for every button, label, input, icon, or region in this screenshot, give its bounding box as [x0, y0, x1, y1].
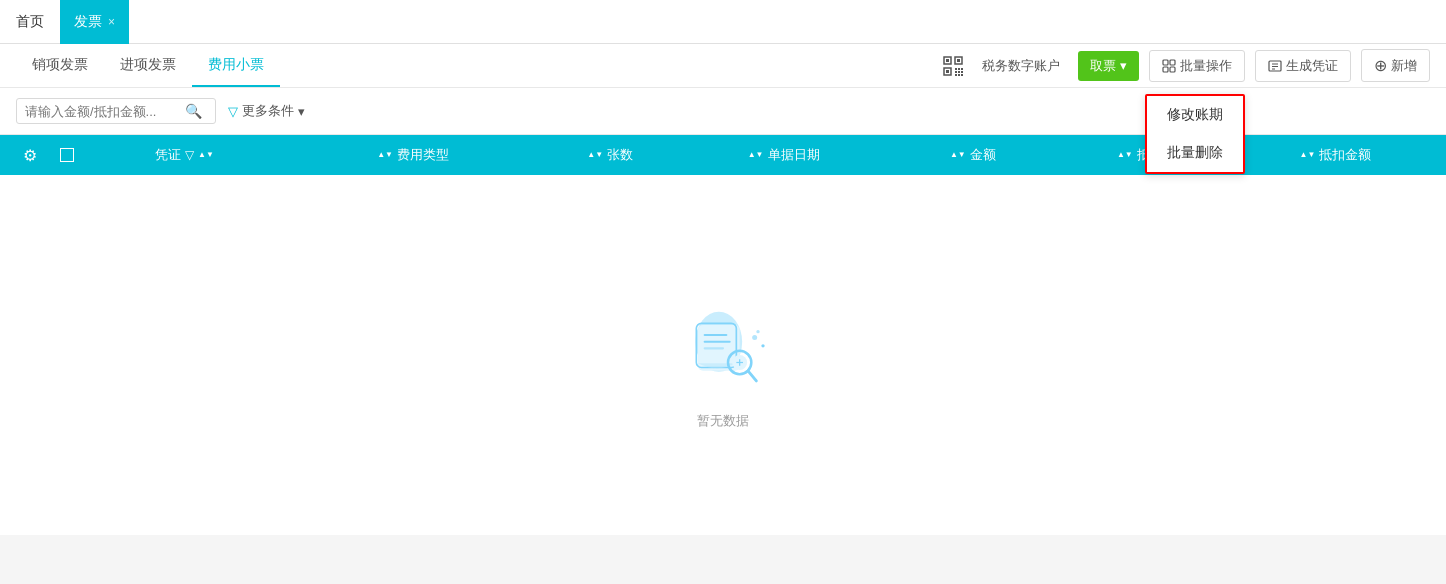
invoice-tab[interactable]: 发票 × [60, 0, 129, 44]
filter-icon: ▽ [228, 104, 238, 119]
amount-sort-icon[interactable]: ▲▼ [950, 151, 966, 159]
add-new-icon: ⊕ [1374, 56, 1387, 75]
voucher-sort-icon[interactable]: ▲▼ [198, 151, 214, 159]
generate-voucher-icon [1268, 59, 1282, 73]
qr-icon-button[interactable] [942, 55, 964, 77]
search-input[interactable] [25, 104, 185, 119]
th-count: ▲▼ 张数 [539, 146, 681, 164]
svg-rect-9 [958, 71, 960, 73]
svg-rect-11 [961, 71, 963, 73]
count-sort-icon[interactable]: ▲▼ [587, 151, 603, 159]
svg-rect-3 [957, 59, 960, 62]
th-date: ▲▼ 单据日期 [681, 146, 886, 164]
more-conditions-label: 更多条件 [242, 102, 294, 120]
batch-ops-dropdown: 修改账期 批量删除 [1145, 94, 1245, 174]
th-expense-type: ▲▼ 费用类型 [287, 146, 539, 164]
qr-icon [942, 55, 964, 77]
svg-rect-12 [955, 74, 957, 76]
tab-sales-invoice-label: 销项发票 [32, 56, 88, 74]
more-conditions-button[interactable]: ▽ 更多条件 ▾ [228, 102, 305, 120]
tab-purchase-invoice-label: 进项发票 [120, 56, 176, 74]
svg-rect-15 [1163, 60, 1168, 65]
batch-icon [1162, 59, 1176, 73]
svg-rect-7 [958, 68, 960, 70]
svg-point-35 [761, 344, 764, 347]
tax-digital-button[interactable]: 税务数字账户 [974, 57, 1068, 75]
svg-rect-5 [946, 70, 949, 73]
empty-state-icon [673, 300, 773, 400]
svg-rect-13 [958, 74, 960, 76]
tab-expense-ticket-label: 费用小票 [208, 56, 264, 74]
main-content: ⚙ 凭证 ▽ ▲▼ ▲▼ 费用类型 ▲▼ 张数 ▲▼ 单据日期 ▲▼ 金额 ▲▼… [0, 135, 1446, 535]
th-check[interactable] [52, 148, 82, 162]
th-count-label: 张数 [607, 146, 633, 164]
svg-rect-6 [955, 68, 957, 70]
tab-purchase-invoice[interactable]: 进项发票 [104, 44, 192, 87]
svg-line-31 [748, 371, 756, 381]
th-deduct-amount: ▲▼ 抵扣金额 [1233, 146, 1438, 164]
th-amount: ▲▼ 金额 [886, 146, 1059, 164]
quepiao-button[interactable]: 取票 ▾ [1078, 51, 1139, 81]
search-input-wrap[interactable]: 🔍 [16, 98, 216, 124]
quepiao-arrow-icon: ▾ [1120, 58, 1127, 73]
close-icon[interactable]: × [108, 15, 115, 29]
svg-rect-17 [1163, 67, 1168, 72]
more-conditions-arrow-icon: ▾ [298, 104, 305, 119]
empty-state: 暂无数据 [0, 175, 1446, 535]
add-new-button[interactable]: ⊕ 新增 [1361, 49, 1430, 82]
svg-rect-1 [946, 59, 949, 62]
sub-tabs-bar: 销项发票 进项发票 费用小票 [0, 44, 1446, 88]
svg-point-36 [756, 330, 759, 333]
sub-tabs-right: 税务数字账户 取票 ▾ 批量操作 修改账期 批量删除 [942, 49, 1430, 82]
search-icon: 🔍 [185, 103, 202, 119]
th-amount-label: 金额 [970, 146, 996, 164]
select-all-checkbox[interactable] [60, 148, 74, 162]
expense-type-sort-icon[interactable]: ▲▼ [377, 151, 393, 159]
sub-tabs-left: 销项发票 进项发票 费用小票 [16, 44, 280, 87]
deduct-amount-sort-icon[interactable]: ▲▼ [1300, 151, 1316, 159]
batch-ops-wrapper: 批量操作 修改账期 批量删除 [1149, 50, 1245, 82]
batch-ops-button[interactable]: 批量操作 [1149, 50, 1245, 82]
svg-rect-8 [955, 71, 957, 73]
th-settings[interactable]: ⚙ [8, 146, 52, 165]
th-voucher-label: 凭证 [155, 146, 181, 164]
quepiao-label: 取票 [1090, 57, 1116, 75]
date-sort-icon[interactable]: ▲▼ [748, 151, 764, 159]
batch-delete-item[interactable]: 批量删除 [1147, 134, 1243, 172]
add-new-label: 新增 [1391, 57, 1417, 75]
th-date-label: 单据日期 [768, 146, 820, 164]
th-deduct-amount-label: 抵扣金额 [1319, 146, 1371, 164]
th-voucher: 凭证 ▽ ▲▼ [82, 146, 287, 164]
empty-state-text: 暂无数据 [697, 412, 749, 430]
invoice-tab-label: 发票 [74, 13, 102, 31]
generate-voucher-button[interactable]: 生成凭证 [1255, 50, 1351, 82]
th-expense-type-label: 费用类型 [397, 146, 449, 164]
svg-point-34 [752, 335, 757, 340]
tab-sales-invoice[interactable]: 销项发票 [16, 44, 104, 87]
svg-rect-16 [1170, 60, 1175, 65]
settings-gear-icon[interactable]: ⚙ [23, 146, 37, 165]
svg-rect-10 [961, 68, 963, 70]
deduct-rate-sort-icon[interactable]: ▲▼ [1117, 151, 1133, 159]
voucher-filter-icon[interactable]: ▽ [185, 148, 194, 162]
modify-period-item[interactable]: 修改账期 [1147, 96, 1243, 134]
top-nav: 首页 发票 × [0, 0, 1446, 44]
svg-rect-18 [1170, 67, 1175, 72]
tab-expense-ticket[interactable]: 费用小票 [192, 44, 280, 87]
home-tab[interactable]: 首页 [16, 13, 60, 31]
batch-ops-label: 批量操作 [1180, 57, 1232, 75]
svg-rect-14 [961, 74, 963, 76]
generate-voucher-label: 生成凭证 [1286, 57, 1338, 75]
